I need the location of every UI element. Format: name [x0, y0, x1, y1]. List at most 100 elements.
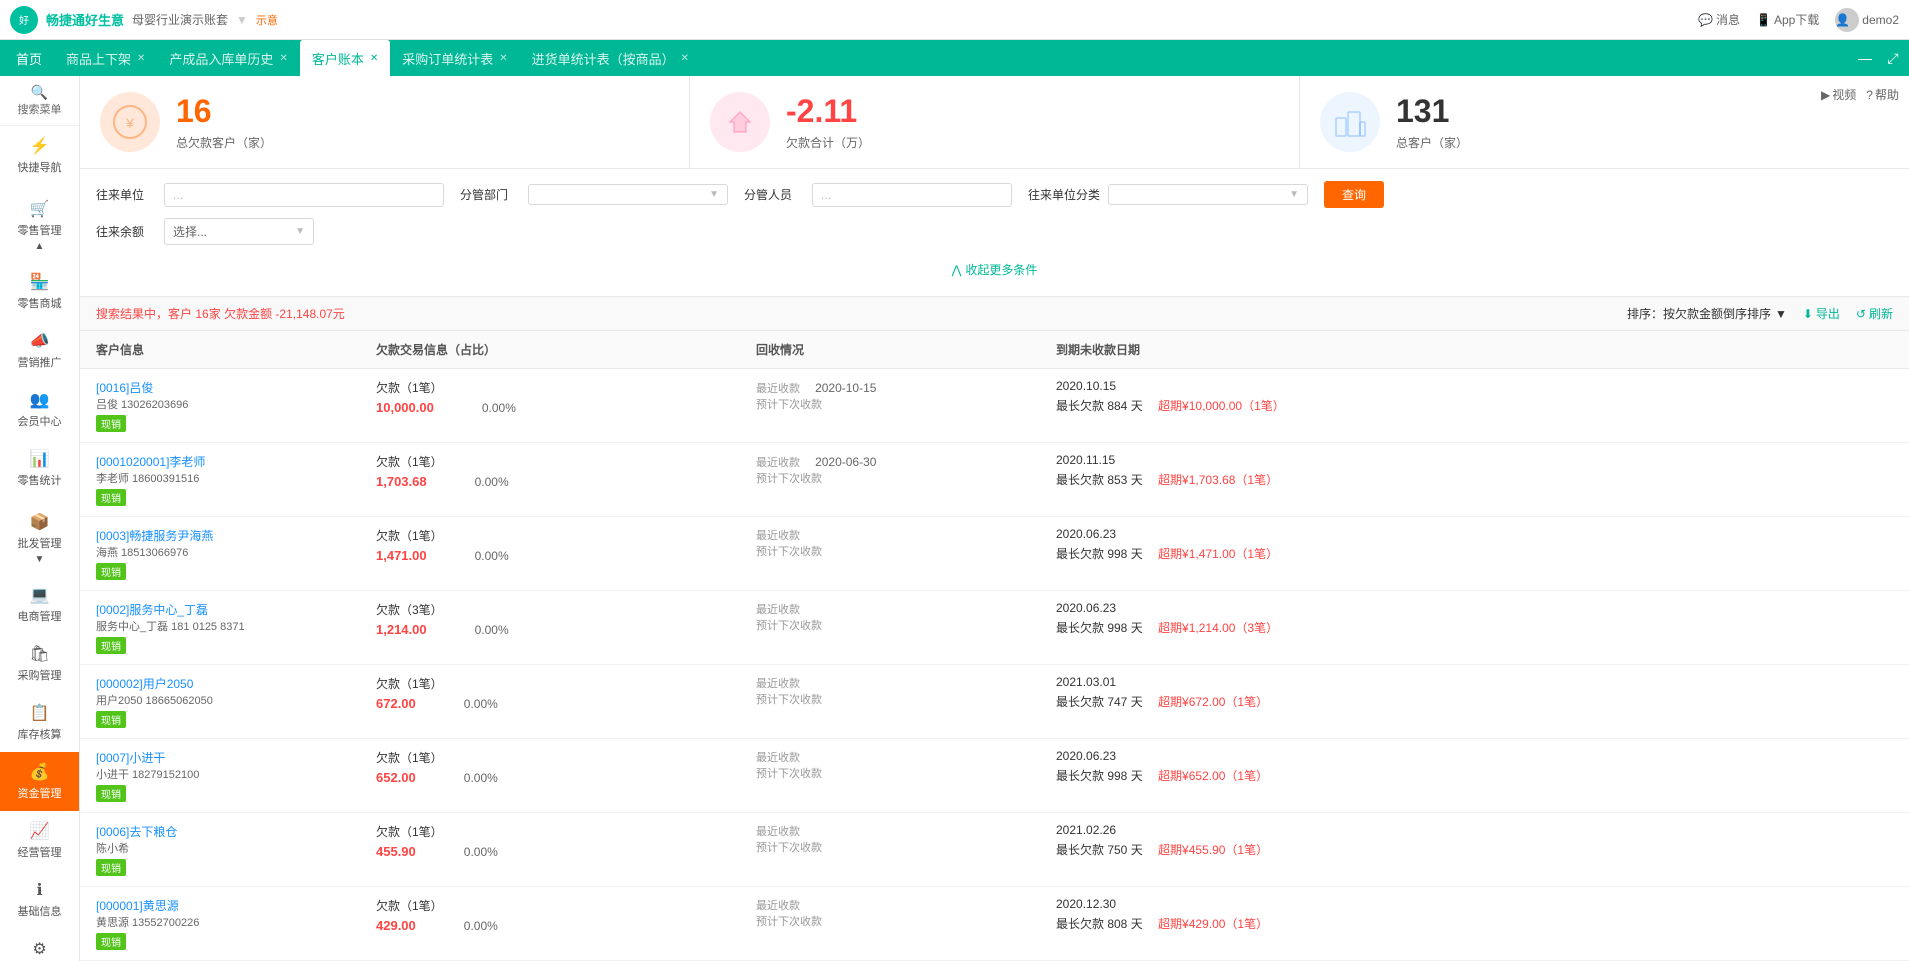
- sidebar-item-retail-stats[interactable]: 📊 零售统计: [0, 439, 79, 498]
- overdue-link[interactable]: 超期¥652.00（1笔）: [1158, 769, 1268, 783]
- debt-row: 1,214.00 0.00%: [376, 622, 756, 637]
- overdue-link[interactable]: 超期¥1,214.00（3笔）: [1158, 621, 1278, 635]
- tab-4[interactable]: 进货单统计表（按商品） ✕: [520, 40, 701, 76]
- debt-amount[interactable]: 10,000.00: [376, 400, 434, 415]
- person-input[interactable]: ...: [812, 183, 1012, 207]
- collapse-bar[interactable]: ⋀ 收起更多条件: [96, 255, 1893, 284]
- close-tab-4[interactable]: ✕: [681, 53, 689, 64]
- marketing-icon: 📣: [30, 331, 50, 351]
- due-cell: 2020.06.23 最长欠款 998 天 超期¥652.00（1笔）: [1056, 749, 1893, 784]
- customer-phone: 服务中心_丁磊 181 0125 8371: [96, 618, 376, 634]
- debt-amount[interactable]: 1,703.68: [376, 474, 427, 489]
- customer-id[interactable]: [000002]用户2050: [96, 675, 376, 692]
- debt-row: 1,471.00 0.00%: [376, 548, 756, 563]
- sidebar-item-retail-mall[interactable]: 🏪 零售商城: [0, 262, 79, 321]
- table-header: 客户信息 欠款交易信息（占比） 回收情况 到期未收款日期: [80, 331, 1909, 369]
- debt-amount[interactable]: 455.90: [376, 844, 416, 859]
- export-btn[interactable]: ⬇ 导出: [1803, 305, 1840, 322]
- sort-select[interactable]: 排序：按欠款金额倒序排序 ▼: [1627, 305, 1787, 322]
- due-date: 2020.06.23: [1056, 601, 1893, 615]
- nav-minimize[interactable]: —: [1853, 46, 1877, 70]
- sidebar-item-operations[interactable]: 📈 经营管理: [0, 811, 79, 870]
- sidebar-item-basic-info[interactable]: ℹ 基础信息: [0, 870, 79, 929]
- tab-3[interactable]: 采购订单统计表 ✕: [390, 40, 519, 76]
- customer-id[interactable]: [000001]黄思源: [96, 897, 376, 914]
- debt-amount[interactable]: 429.00: [376, 918, 416, 933]
- message-btn[interactable]: 💬 消息: [1698, 11, 1740, 28]
- debt-pct: 0.00%: [475, 549, 509, 563]
- svg-text:¥: ¥: [125, 115, 134, 131]
- sidebar-item-inventory[interactable]: 📋 库存核算: [0, 693, 79, 752]
- unit-class-select[interactable]: ▼: [1108, 184, 1308, 205]
- customer-tag: 现销: [96, 859, 126, 876]
- tab-2[interactable]: 客户账本 ✕: [300, 40, 390, 76]
- overdue-link[interactable]: 超期¥10,000.00（1笔）: [1158, 399, 1285, 413]
- recovery-cell: 最近收款 2020-10-15 预计下次收款: [756, 379, 1056, 412]
- customer-tag: 现销: [96, 933, 126, 950]
- sidebar-item-ecommerce[interactable]: 💻 电商管理: [0, 575, 79, 634]
- overdue-link[interactable]: 超期¥1,703.68（1笔）: [1158, 473, 1278, 487]
- due-cell: 2020.06.23 最长欠款 998 天 超期¥1,214.00（3笔）: [1056, 601, 1893, 636]
- app-download-btn[interactable]: 📱 App下载: [1756, 11, 1819, 28]
- customer-id[interactable]: [0016]吕俊: [96, 379, 376, 396]
- sidebar-item-system[interactable]: ⚙ 系统管理: [0, 929, 79, 961]
- batch-mgmt-icon: 📦: [30, 512, 50, 532]
- balance-select[interactable]: 选择... ▼: [164, 218, 314, 245]
- debt-amount[interactable]: 672.00: [376, 696, 416, 711]
- customer-id[interactable]: [0007]小进干: [96, 749, 376, 766]
- close-tab-2[interactable]: ✕: [370, 53, 378, 64]
- filter-area: 往来单位 ... 分管部门 ▼ 分管人员 .: [80, 169, 1909, 297]
- quick-nav-icon: ⚡: [30, 136, 50, 156]
- sidebar-search[interactable]: 🔍 搜索菜单: [0, 76, 79, 126]
- debt-amount[interactable]: 652.00: [376, 770, 416, 785]
- debt-amount[interactable]: 1,471.00: [376, 548, 427, 563]
- customer-info-cell: [0001020001]李老师 李老师 18600391516 现销: [96, 453, 376, 506]
- tab-0[interactable]: 商品上下架 ✕: [54, 40, 157, 76]
- overdue-link[interactable]: 超期¥455.90（1笔）: [1158, 843, 1268, 857]
- dept-select[interactable]: ▼: [528, 184, 728, 205]
- purchase-icon: 🛍: [29, 644, 49, 664]
- customer-id[interactable]: [0001020001]李老师: [96, 453, 376, 470]
- recent-label: 最近收款 2020-06-30: [756, 453, 1056, 470]
- close-tab-0[interactable]: ✕: [137, 53, 145, 64]
- person-label: 分管人员: [744, 186, 804, 203]
- tab-1[interactable]: 产成品入库单历史 ✕: [157, 40, 299, 76]
- company-select[interactable]: 母婴行业演示账套: [132, 11, 228, 28]
- search-button[interactable]: 查询: [1324, 181, 1384, 208]
- subtitle[interactable]: 示意: [256, 12, 278, 28]
- help-btn[interactable]: ? 帮助: [1866, 86, 1899, 103]
- debt-pct: 0.00%: [475, 623, 509, 637]
- filter-row-2: 往来余额 选择... ▼: [96, 218, 1893, 245]
- overdue-link[interactable]: 超期¥672.00（1笔）: [1158, 695, 1268, 709]
- tab-home[interactable]: 首页: [4, 49, 54, 68]
- debt-amount[interactable]: 1,214.00: [376, 622, 427, 637]
- user-menu[interactable]: 👤 demo2: [1835, 8, 1899, 32]
- sidebar-item-quick-nav[interactable]: ⚡ 快捷导航: [0, 126, 79, 185]
- sidebar-item-marketing[interactable]: 📣 营销推广: [0, 321, 79, 380]
- sidebar-item-retail-mgmt[interactable]: 🛒 零售管理 ▲: [0, 189, 79, 262]
- customer-id[interactable]: [0006]去下粮仓: [96, 823, 376, 840]
- sidebar-item-member[interactable]: 👥 会员中心: [0, 380, 79, 439]
- refresh-icon: ↺: [1856, 307, 1866, 321]
- overdue-link[interactable]: 超期¥429.00（1笔）: [1158, 917, 1268, 931]
- from-unit-input[interactable]: ...: [164, 183, 444, 207]
- close-tab-3[interactable]: ✕: [499, 53, 507, 64]
- col-header-customer: 客户信息: [96, 341, 376, 358]
- overdue-link[interactable]: 超期¥1,471.00（1笔）: [1158, 547, 1278, 561]
- customer-id[interactable]: [0003]畅捷服务尹海燕: [96, 527, 376, 544]
- arrow-icon2: ▼: [35, 554, 45, 565]
- close-tab-1[interactable]: ✕: [279, 53, 287, 64]
- sidebar-item-batch-mgmt[interactable]: 📦 批发管理 ▼: [0, 502, 79, 575]
- debt-info-cell: 欠款（1笔） 1,703.68 0.00%: [376, 453, 756, 489]
- member-icon: 👥: [30, 390, 50, 410]
- video-btn[interactable]: ▶ 视频: [1821, 86, 1856, 103]
- due-cell: 2021.03.01 最长欠款 747 天 超期¥672.00（1笔）: [1056, 675, 1893, 710]
- sidebar-item-finance[interactable]: 💰 资金管理: [0, 752, 79, 811]
- sidebar-item-purchase[interactable]: 🛍 采购管理: [0, 634, 79, 693]
- table-row: [0016]吕俊 吕俊 13026203696 现销 欠款（1笔） 10,000…: [80, 369, 1909, 443]
- customer-id[interactable]: [0002]服务中心_丁磊: [96, 601, 376, 618]
- refresh-btn[interactable]: ↺ 刷新: [1856, 305, 1893, 322]
- debt-info-cell: 欠款（1笔） 10,000.00 0.00%: [376, 379, 756, 415]
- table-row: [0002]服务中心_丁磊 服务中心_丁磊 181 0125 8371 现销 欠…: [80, 591, 1909, 665]
- nav-maximize[interactable]: ⤢: [1881, 46, 1905, 70]
